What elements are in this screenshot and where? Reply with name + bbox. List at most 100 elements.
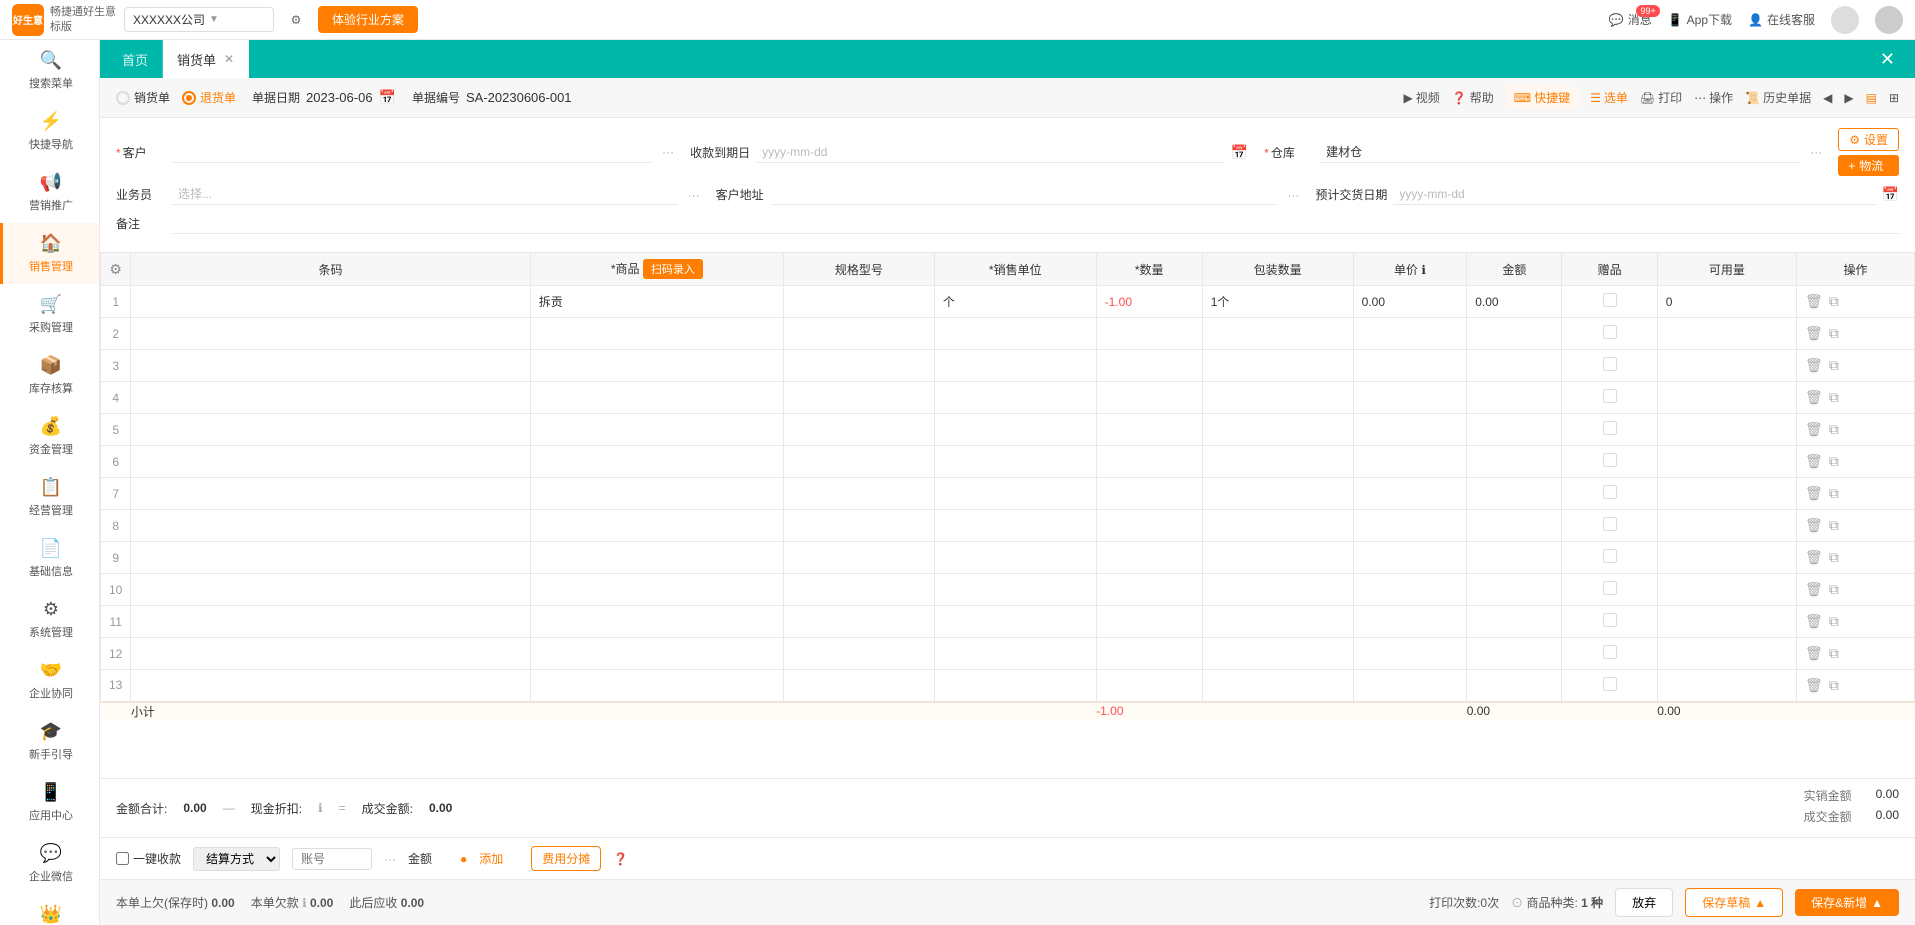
delete-row-icon[interactable]: 🗑 [1805, 581, 1823, 598]
copy-row-icon[interactable]: ⧉ [1829, 645, 1839, 662]
cell-sales-unit[interactable] [934, 542, 1096, 574]
cell-spec[interactable] [783, 574, 934, 606]
cell-unit-price[interactable] [1353, 414, 1467, 446]
cell-spec[interactable] [783, 510, 934, 542]
cell-barcode[interactable] [131, 286, 530, 318]
select-btn[interactable]: ☰ 选单 [1590, 89, 1628, 106]
copy-row-icon[interactable]: ⧉ [1829, 293, 1839, 310]
due-date-calendar-icon[interactable]: 📅 [1231, 144, 1248, 161]
app-download-btn[interactable]: 📱 App下载 [1668, 11, 1732, 28]
save-draft-btn[interactable]: 保存草稿 ▲ [1685, 888, 1783, 917]
account-input[interactable] [292, 848, 372, 870]
cell-quantity[interactable] [1096, 350, 1202, 382]
address-dots-btn[interactable]: ··· [1287, 188, 1299, 202]
cell-sales-unit[interactable] [934, 350, 1096, 382]
gift-checkbox[interactable] [1603, 421, 1617, 435]
gift-checkbox[interactable] [1603, 645, 1617, 659]
copy-row-icon[interactable]: ⧉ [1829, 581, 1839, 598]
settings-icon[interactable]: ⚙ [282, 6, 310, 34]
customer-input[interactable] [172, 142, 652, 163]
cell-quantity[interactable]: -1.00 [1096, 286, 1202, 318]
cell-quantity[interactable] [1096, 670, 1202, 702]
gift-checkbox[interactable] [1603, 453, 1617, 467]
copy-row-icon[interactable]: ⧉ [1829, 357, 1839, 374]
cell-quantity[interactable] [1096, 414, 1202, 446]
delete-row-icon[interactable]: 🗑 [1805, 421, 1823, 438]
gift-checkbox[interactable] [1603, 581, 1617, 595]
expense-split-btn[interactable]: 费用分摊 [531, 846, 601, 871]
cell-spec[interactable] [783, 542, 934, 574]
cell-product[interactable] [530, 670, 783, 702]
cell-sales-unit[interactable] [934, 414, 1096, 446]
cell-unit-price[interactable] [1353, 510, 1467, 542]
cell-gift[interactable] [1562, 542, 1657, 574]
cell-amount[interactable] [1467, 638, 1562, 670]
copy-row-icon[interactable]: ⧉ [1829, 325, 1839, 342]
cell-amount[interactable] [1467, 606, 1562, 638]
cell-unit-price[interactable] [1353, 382, 1467, 414]
cell-barcode[interactable] [131, 414, 530, 446]
cell-barcode[interactable] [131, 542, 530, 574]
next-btn[interactable]: ▶ [1844, 91, 1853, 105]
sidebar-item-basics[interactable]: 📄 基础信息 [0, 528, 99, 589]
warehouse-dots-btn[interactable]: ··· [1810, 145, 1822, 159]
cell-pack-qty[interactable] [1202, 574, 1353, 606]
delete-row-icon[interactable]: 🗑 [1805, 357, 1823, 374]
cell-product[interactable]: 拆贡 [530, 286, 783, 318]
history-btn[interactable]: 📜 历史单据 [1745, 89, 1811, 106]
cell-product[interactable] [530, 318, 783, 350]
cell-amount[interactable] [1467, 574, 1562, 606]
cell-spec[interactable] [783, 286, 934, 318]
sidebar-item-members[interactable]: 👑 畅会员 [0, 894, 99, 925]
cell-pack-qty[interactable] [1202, 350, 1353, 382]
cell-pack-qty[interactable] [1202, 510, 1353, 542]
cell-sales-unit[interactable]: 个 [934, 286, 1096, 318]
cell-product[interactable] [530, 574, 783, 606]
cell-amount[interactable] [1467, 446, 1562, 478]
sidebar-item-enterprise-wechat[interactable]: 💬 企业微信 [0, 833, 99, 894]
date-value[interactable]: 2023-06-06 [306, 90, 373, 105]
cell-pack-qty[interactable] [1202, 542, 1353, 574]
copy-row-icon[interactable]: ⧉ [1829, 453, 1839, 470]
col-settings-icon[interactable]: ⚙ [109, 261, 122, 277]
print-btn[interactable]: 🖨 打印 [1640, 89, 1682, 106]
cell-amount[interactable] [1467, 542, 1562, 574]
delete-row-icon[interactable]: 🗑 [1805, 453, 1823, 470]
cell-pack-qty[interactable] [1202, 478, 1353, 510]
col-settings-header[interactable]: ⚙ [101, 253, 131, 286]
cell-product[interactable] [530, 542, 783, 574]
shortcut-btn[interactable]: ⌨ 快捷键 [1506, 86, 1578, 109]
radio-return-order[interactable]: 退货单 [182, 89, 236, 106]
delete-row-icon[interactable]: 🗑 [1805, 293, 1823, 310]
cell-unit-price[interactable] [1353, 350, 1467, 382]
cell-barcode[interactable] [131, 478, 530, 510]
delete-row-icon[interactable]: 🗑 [1805, 613, 1823, 630]
cell-pack-qty[interactable] [1202, 446, 1353, 478]
cell-barcode[interactable] [131, 446, 530, 478]
cell-spec[interactable] [783, 478, 934, 510]
delete-row-icon[interactable]: 🗑 [1805, 325, 1823, 342]
delete-row-icon[interactable]: 🗑 [1805, 645, 1823, 662]
cell-spec[interactable] [783, 382, 934, 414]
sidebar-item-search[interactable]: 🔍 搜索菜单 [0, 40, 99, 101]
cell-product[interactable] [530, 638, 783, 670]
online-service-btn[interactable]: 👤 在线客服 [1748, 11, 1815, 28]
warehouse-input[interactable] [1320, 142, 1800, 163]
cell-pack-qty[interactable] [1202, 382, 1353, 414]
gift-checkbox[interactable] [1603, 357, 1617, 371]
dots-btn-payment[interactable]: ··· [384, 852, 396, 866]
cell-gift[interactable] [1562, 414, 1657, 446]
copy-row-icon[interactable]: ⧉ [1829, 421, 1839, 438]
due-date-input[interactable] [756, 142, 1225, 163]
gift-checkbox[interactable] [1603, 325, 1617, 339]
copy-row-icon[interactable]: ⧉ [1829, 613, 1839, 630]
tab-home[interactable]: 首页 [108, 40, 163, 78]
cell-amount[interactable] [1467, 478, 1562, 510]
add-payment-btn[interactable]: ● 添加 [444, 844, 519, 873]
save-new-btn[interactable]: 保存&新增 ▲ [1795, 889, 1899, 916]
discard-btn[interactable]: 放弃 [1615, 888, 1673, 917]
cell-quantity[interactable] [1096, 382, 1202, 414]
gift-checkbox[interactable] [1603, 549, 1617, 563]
close-tab-icon[interactable]: ✕ [224, 52, 234, 66]
cell-product[interactable] [530, 510, 783, 542]
